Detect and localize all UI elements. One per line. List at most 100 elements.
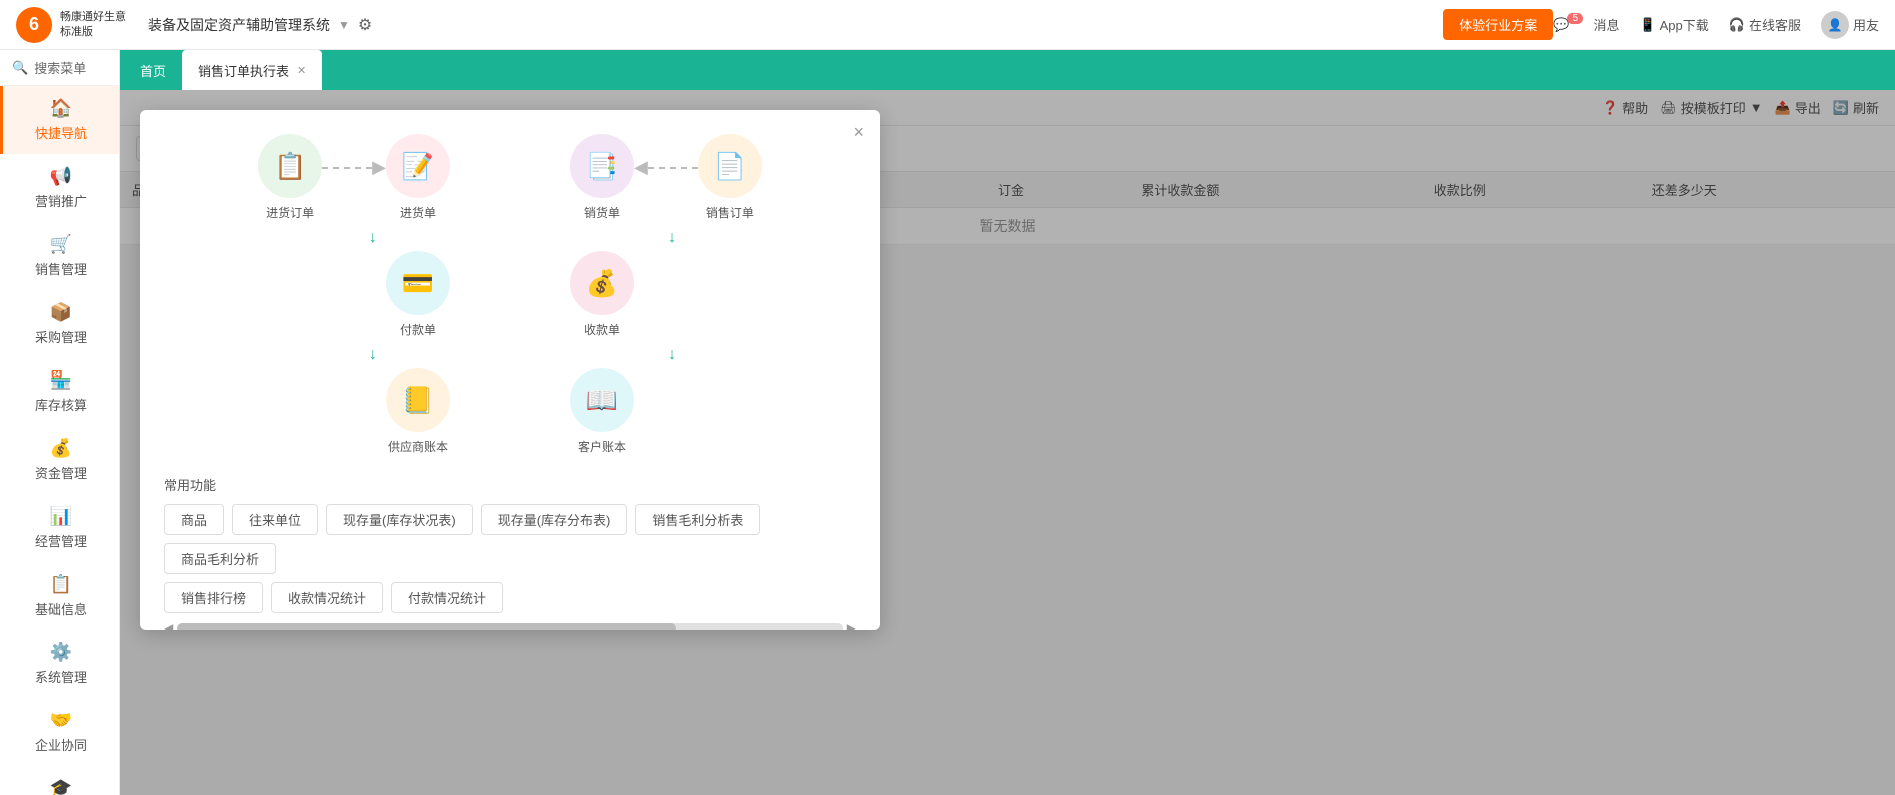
logo-icon: 6 xyxy=(16,7,52,43)
purchase-order-item[interactable]: 📋 进货订单 xyxy=(258,134,322,221)
sales-doc-item[interactable]: 📑 销货单 xyxy=(570,134,634,221)
sidebar-label-basic-info: 基础信息 xyxy=(35,599,87,618)
brand-text: 畅康通好生意 标准版 xyxy=(60,10,126,39)
user-name: 用友 xyxy=(1853,15,1879,34)
enterprise-icon: 🤝 xyxy=(50,710,72,731)
customer-account-item[interactable]: 📖 客户账本 xyxy=(570,368,634,455)
supplier-account-circle: 📒 xyxy=(386,368,450,432)
home-icon: 🏠 xyxy=(50,98,72,119)
message-icon-item[interactable]: 💬 5 消息 xyxy=(1553,15,1619,34)
sales-doc-label: 销货单 xyxy=(584,204,620,221)
func-btn-payment-stats[interactable]: 付款情况统计 xyxy=(391,582,503,613)
inventory-icon: 🏪 xyxy=(50,370,72,391)
func-btn-sales-rank[interactable]: 销售排行榜 xyxy=(164,582,263,613)
online-service-item[interactable]: 🎧 在线客服 xyxy=(1729,15,1801,34)
tab-sales-exec-label: 销售订单执行表 xyxy=(198,61,289,80)
sidebar-item-quick-nav[interactable]: 🏠 快捷导航 xyxy=(0,86,119,154)
header-right: 💬 5 消息 📱 App下载 🎧 在线客服 👤 用友 xyxy=(1553,11,1879,39)
supplier-account-label: 供应商账本 xyxy=(388,438,448,455)
sidebar-item-system[interactable]: ⚙️ 系统管理 xyxy=(0,630,119,698)
sales-order-item[interactable]: 📄 销售订单 xyxy=(698,134,762,221)
message-label: 消息 xyxy=(1593,15,1619,34)
scroll-left-icon[interactable]: ◀ xyxy=(164,621,173,630)
sidebar-item-sales[interactable]: 🛒 销售管理 xyxy=(0,222,119,290)
search-menu-label: 搜索菜单 xyxy=(34,58,86,77)
online-service-icon: 🎧 xyxy=(1729,17,1745,33)
sidebar: 🔍 搜索菜单 🏠 快捷导航 📢 营销推广 🛒 销售管理 📦 采购管理 🏪 库存核… xyxy=(0,50,120,795)
trial-button[interactable]: 体验行业方案 xyxy=(1443,9,1553,40)
modal-close-button[interactable]: × xyxy=(853,122,864,143)
settings-icon[interactable]: ⚙ xyxy=(358,15,372,35)
app-download-item[interactable]: 📱 App下载 xyxy=(1639,15,1708,34)
sales-doc-icon: 📑 xyxy=(586,151,618,182)
sidebar-item-basic-info[interactable]: 📋 基础信息 xyxy=(0,562,119,630)
customer-account-label: 客户账本 xyxy=(578,438,626,455)
tab-sales-exec[interactable]: 销售订单执行表 ✕ xyxy=(182,50,322,90)
title-dropdown-arrow[interactable]: ▼ xyxy=(338,18,350,32)
payment-out-circle: 💳 xyxy=(386,251,450,315)
scrollbar-track[interactable] xyxy=(177,623,843,630)
user-avatar: 👤 xyxy=(1821,11,1849,39)
sidebar-item-finance[interactable]: 💰 资金管理 xyxy=(0,426,119,494)
basic-info-icon: 📋 xyxy=(50,574,72,595)
tab-home[interactable]: 首页 xyxy=(124,50,182,90)
payment-out-icon: 💳 xyxy=(402,268,434,299)
purchase-doc-label: 进货单 xyxy=(400,204,436,221)
payment-out-item[interactable]: 💳 付款单 xyxy=(386,251,450,338)
search-menu-item[interactable]: 🔍 搜索菜单 xyxy=(0,50,119,86)
func-btn-stock-status[interactable]: 现存量(库存状况表) xyxy=(326,504,473,535)
modal-box: × 📋 进货订单 xyxy=(140,110,880,630)
search-icon: 🔍 xyxy=(12,60,28,76)
func-btn-partners[interactable]: 往来单位 xyxy=(232,504,318,535)
payment-in-circle: 💰 xyxy=(570,251,634,315)
sidebar-item-marketing[interactable]: 📢 营销推广 xyxy=(0,154,119,222)
app-download-icon: 📱 xyxy=(1639,17,1655,33)
common-funcs-title: 常用功能 xyxy=(164,475,856,494)
sidebar-item-operations[interactable]: 📊 经营管理 xyxy=(0,494,119,562)
content-area: ❓ 帮助 🖨 按模板打印 ▼ 📤 导出 🔄 刷新 📅 单据状态 xyxy=(120,90,1895,795)
sidebar-label-purchase: 采购管理 xyxy=(35,327,87,346)
user-area[interactable]: 👤 用友 xyxy=(1821,11,1879,39)
sales-order-circle: 📄 xyxy=(698,134,762,198)
payment-in-label: 收款单 xyxy=(584,321,620,338)
sidebar-label-marketing: 营销推广 xyxy=(35,191,87,210)
purchase-order-icon: 📋 xyxy=(274,151,306,182)
purchase-doc-item[interactable]: 📝 进货单 xyxy=(386,134,450,221)
purchase-doc-circle: 📝 xyxy=(386,134,450,198)
scroll-right-icon[interactable]: ▶ xyxy=(847,621,856,630)
scrollbar-thumb xyxy=(177,623,676,630)
func-btn-receipt-stats[interactable]: 收款情况统计 xyxy=(271,582,383,613)
tabs-bar: 首页 销售订单执行表 ✕ xyxy=(120,50,1895,90)
purchase-order-label: 进货订单 xyxy=(266,204,314,221)
sidebar-label-system: 系统管理 xyxy=(35,667,87,686)
tab-close-icon[interactable]: ✕ xyxy=(297,64,306,77)
sidebar-label-enterprise: 企业协同 xyxy=(35,735,87,754)
system-title-text: 装备及固定资产辅助管理系统 xyxy=(148,15,330,35)
sidebar-label-inventory: 库存核算 xyxy=(35,395,87,414)
payment-out-label: 付款单 xyxy=(400,321,436,338)
sidebar-item-enterprise[interactable]: 🤝 企业协同 xyxy=(0,698,119,766)
func-btn-sales-profit[interactable]: 销售毛利分析表 xyxy=(635,504,760,535)
sidebar-item-purchase[interactable]: 📦 采购管理 xyxy=(0,290,119,358)
message-badge: 5 xyxy=(1567,13,1583,24)
func-btn-goods[interactable]: 商品 xyxy=(164,504,224,535)
customer-account-circle: 📖 xyxy=(570,368,634,432)
online-service-label: 在线客服 xyxy=(1749,15,1801,34)
func-btn-goods-profit[interactable]: 商品毛利分析 xyxy=(164,543,276,574)
payment-in-item[interactable]: 💰 收款单 xyxy=(570,251,634,338)
sidebar-label-operations: 经营管理 xyxy=(35,531,87,550)
func-buttons-row1: 商品 往来单位 现存量(库存状况表) 现存量(库存分布表) 销售毛利分析表 商品… xyxy=(164,504,856,574)
marketing-icon: 📢 xyxy=(50,166,72,187)
sales-doc-circle: 📑 xyxy=(570,134,634,198)
sidebar-item-newbie[interactable]: 🎓 新手引导 xyxy=(0,766,119,795)
tab-home-label: 首页 xyxy=(140,61,166,80)
sidebar-item-inventory[interactable]: 🏪 库存核算 xyxy=(0,358,119,426)
modal-scrollbar-area: ◀ ▶ xyxy=(164,621,856,630)
logo-area: 6 畅康通好生意 标准版 xyxy=(16,7,136,43)
func-btn-stock-dist[interactable]: 现存量(库存分布表) xyxy=(481,504,628,535)
supplier-account-item[interactable]: 📒 供应商账本 xyxy=(386,368,450,455)
main-content: 首页 销售订单执行表 ✕ ❓ 帮助 🖨 按模板打印 ▼ 📤 导出 xyxy=(120,50,1895,795)
system-icon: ⚙️ xyxy=(50,642,72,663)
purchase-order-circle: 📋 xyxy=(258,134,322,198)
purchase-doc-icon: 📝 xyxy=(402,151,434,182)
